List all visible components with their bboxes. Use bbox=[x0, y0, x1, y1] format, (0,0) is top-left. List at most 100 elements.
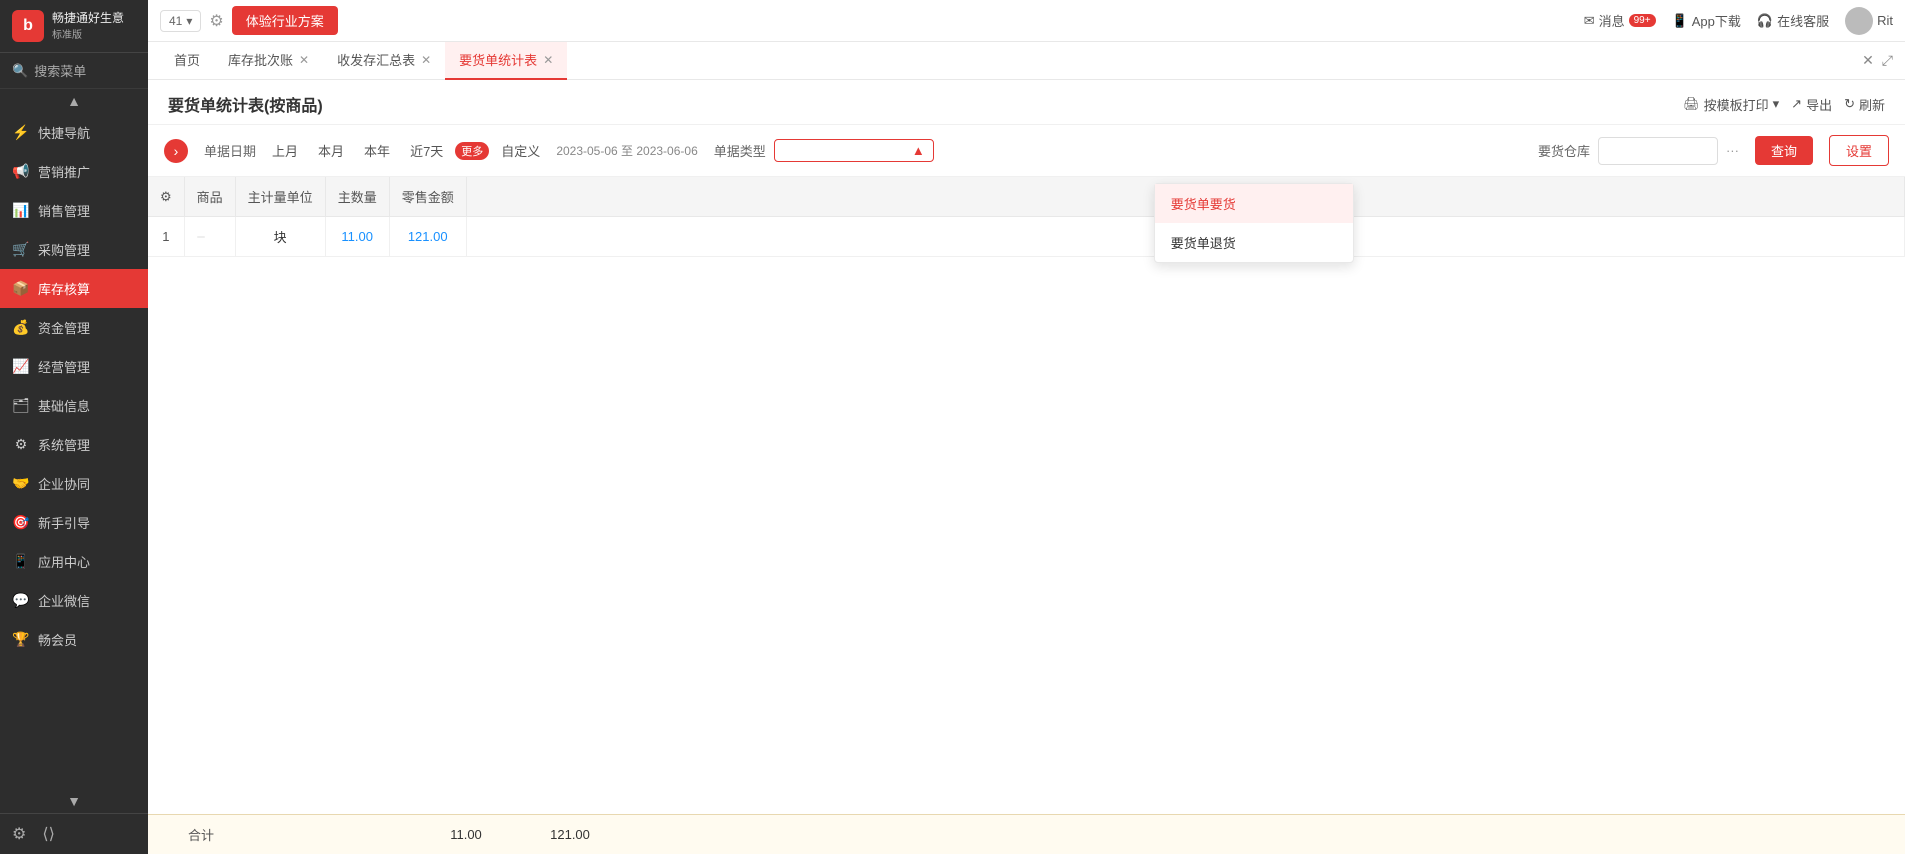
sidebar-label-member: 畅会员 bbox=[38, 630, 77, 649]
refresh-action[interactable]: ↻ 刷新 bbox=[1844, 95, 1885, 114]
print-action[interactable]: 🖨 按模板打印 ▾ bbox=[1683, 95, 1779, 114]
warehouse-input[interactable] bbox=[1598, 137, 1718, 165]
message-action[interactable]: ✉ 消息 99+ bbox=[1584, 11, 1656, 30]
sidebar-label-purchase: 采购管理 bbox=[38, 240, 90, 259]
top-bar-left: 41 ▾ ⚙ 体验行业方案 bbox=[160, 6, 1572, 35]
sidebar-item-quick_nav[interactable]: ⚡ 快捷导航 bbox=[0, 113, 148, 152]
sidebar-icon-marketing: 📢 bbox=[12, 163, 30, 181]
version-select[interactable]: 41 ▾ bbox=[160, 10, 201, 32]
tab-maximize-icon[interactable]: ⤢ bbox=[1882, 52, 1893, 69]
footer-label: 合计 bbox=[160, 825, 214, 844]
tab-home[interactable]: 首页 bbox=[160, 42, 214, 80]
date-filter-label: 单据日期 bbox=[204, 141, 256, 160]
filter-more-icon[interactable]: ··· bbox=[1726, 143, 1739, 158]
main-area: 41 ▾ ⚙ 体验行业方案 ✉ 消息 99+ 📱 App下载 🎧 在线客服 R bbox=[148, 0, 1905, 854]
tab-recv_summary[interactable]: 收发存汇总表 ✕ bbox=[323, 42, 445, 80]
sidebar-scroll-down[interactable]: ▼ bbox=[0, 789, 148, 813]
th-gear[interactable]: ⚙ bbox=[148, 177, 184, 217]
sidebar-item-member[interactable]: 🏆 畅会员 bbox=[0, 620, 148, 659]
sidebar-label-wechat: 企业微信 bbox=[38, 591, 90, 610]
table-header-row: ⚙ 商品 主计量单位 主数量 零售金额 bbox=[148, 177, 1905, 217]
sidebar-item-operations[interactable]: 📈 经营管理 bbox=[0, 347, 148, 386]
sidebar-label-enterprise: 企业协同 bbox=[38, 474, 90, 493]
tab-close-recv_summary[interactable]: ✕ bbox=[421, 53, 431, 67]
tab-label-home: 首页 bbox=[174, 50, 200, 69]
shortcut-this-month[interactable]: 本月 bbox=[310, 139, 352, 162]
sidebar-item-wechat[interactable]: 💬 企业微信 bbox=[0, 581, 148, 620]
sidebar-scroll-up[interactable]: ▲ bbox=[0, 89, 148, 113]
sidebar-item-finance[interactable]: 💰 资金管理 bbox=[0, 308, 148, 347]
trial-button[interactable]: 体验行业方案 bbox=[232, 6, 338, 35]
shortcut-last-month[interactable]: 上月 bbox=[264, 139, 306, 162]
sidebar-icon-sales: 📊 bbox=[12, 202, 30, 220]
content-area: 要货单统计表(按商品) 🖨 按模板打印 ▾ ↗ 导出 ↻ 刷新 › bbox=[148, 80, 1905, 854]
td-qty-0[interactable]: 11.00 bbox=[325, 217, 389, 257]
shortcut-more[interactable]: 更多 bbox=[455, 142, 489, 160]
dropdown-item-order-goods[interactable]: 要货单要货 bbox=[1155, 184, 1353, 223]
query-button[interactable]: 查询 bbox=[1755, 136, 1813, 165]
tab-close-all-icon[interactable]: ✕ bbox=[1862, 52, 1874, 69]
warehouse-filter-group: 要货仓库 ··· bbox=[1538, 137, 1739, 165]
sidebar-label-guide: 新手引导 bbox=[38, 513, 90, 532]
sidebar-item-basic[interactable]: 🗂 基础信息 bbox=[0, 386, 148, 425]
tab-inventory_batch[interactable]: 库存批次账 ✕ bbox=[214, 42, 323, 80]
sidebar-item-sales[interactable]: 📊 销售管理 bbox=[0, 191, 148, 230]
tab-label-recv_summary: 收发存汇总表 bbox=[337, 50, 415, 69]
tab-bar-right: ✕ ⤢ bbox=[1862, 52, 1893, 69]
settings-bottom-icon[interactable]: ⚙ bbox=[12, 824, 26, 844]
sidebar-item-apps[interactable]: 📱 应用中心 bbox=[0, 542, 148, 581]
tab-order_summary[interactable]: 要货单统计表 ✕ bbox=[445, 42, 567, 80]
tab-close-inventory_batch[interactable]: ✕ bbox=[299, 53, 309, 67]
tab-label-order_summary: 要货单统计表 bbox=[459, 50, 537, 69]
logo-text: 畅捷通好生意 标准版 bbox=[52, 11, 124, 42]
dropdown-item-order-return[interactable]: 要货单退货 bbox=[1155, 223, 1353, 262]
date-shortcuts: 上月 本月 本年 近7天 更多 自定义 bbox=[264, 139, 548, 162]
sidebar: b 畅捷通好生意 标准版 🔍 搜索菜单 ▲ ⚡ 快捷导航 📢 营销推广 📊 销售… bbox=[0, 0, 148, 854]
print-chevron-icon: ▾ bbox=[1773, 96, 1780, 112]
shortcut-this-year[interactable]: 本年 bbox=[356, 139, 398, 162]
tab-bar: 首页库存批次账 ✕收发存汇总表 ✕要货单统计表 ✕ ✕ ⤢ bbox=[148, 42, 1905, 80]
app-download-action[interactable]: 📱 App下载 bbox=[1672, 11, 1741, 30]
page-header: 要货单统计表(按商品) 🖨 按模板打印 ▾ ↗ 导出 ↻ 刷新 bbox=[148, 80, 1905, 125]
sidebar-icon-enterprise: 🤝 bbox=[12, 475, 30, 493]
export-action[interactable]: ↗ 导出 bbox=[1791, 95, 1832, 114]
message-icon: ✉ bbox=[1584, 13, 1595, 29]
sidebar-label-sales: 销售管理 bbox=[38, 201, 90, 220]
type-filter-select[interactable]: ▲ bbox=[774, 139, 934, 162]
sidebar-collapse-icon[interactable]: ⟨⟩ bbox=[42, 824, 54, 844]
sidebar-label-operations: 经营管理 bbox=[38, 357, 90, 376]
sidebar-item-purchase[interactable]: 🛒 采购管理 bbox=[0, 230, 148, 269]
sidebar-item-system[interactable]: ⚙ 系统管理 bbox=[0, 425, 148, 464]
sidebar-icon-finance: 💰 bbox=[12, 319, 30, 337]
top-bar-right: ✉ 消息 99+ 📱 App下载 🎧 在线客服 Rit bbox=[1584, 7, 1893, 35]
tab-close-order_summary[interactable]: ✕ bbox=[543, 53, 553, 67]
footer-qty: 11.00 bbox=[426, 827, 506, 842]
sidebar-item-inventory[interactable]: 📦 库存核算 bbox=[0, 269, 148, 308]
table-row: 1 块 11.00 121.00 bbox=[148, 217, 1905, 257]
sidebar-item-guide[interactable]: 🎯 新手引导 bbox=[0, 503, 148, 542]
sidebar-label-apps: 应用中心 bbox=[38, 552, 90, 571]
th-amount: 零售金额 bbox=[389, 177, 466, 217]
search-icon: 🔍 bbox=[12, 63, 28, 79]
th-unit: 主计量单位 bbox=[235, 177, 325, 217]
td-unit-0: 块 bbox=[235, 217, 325, 257]
sidebar-bottom: ⚙ ⟨⟩ bbox=[0, 813, 148, 854]
type-filter-label: 单据类型 bbox=[714, 141, 766, 160]
date-filter-group: 单据日期 上月 本月 本年 近7天 更多 自定义 2023-05-06 至 20… bbox=[204, 139, 698, 162]
shortcut-7days[interactable]: 近7天 bbox=[402, 139, 451, 162]
date-range-display: 2023-05-06 至 2023-06-06 bbox=[556, 142, 697, 159]
footer-amount: 121.00 bbox=[530, 827, 610, 842]
filter-expand-button[interactable]: › bbox=[164, 139, 188, 163]
shortcut-custom[interactable]: 自定义 bbox=[493, 139, 548, 162]
filter-settings-button[interactable]: 设置 bbox=[1829, 135, 1889, 166]
sidebar-item-enterprise[interactable]: 🤝 企业协同 bbox=[0, 464, 148, 503]
search-menu[interactable]: 🔍 搜索菜单 bbox=[0, 53, 148, 89]
td-amount-0[interactable]: 121.00 bbox=[389, 217, 466, 257]
table-footer: 合计 11.00 121.00 bbox=[148, 814, 1905, 854]
sidebar-item-marketing[interactable]: 📢 营销推广 bbox=[0, 152, 148, 191]
topbar-settings-icon[interactable]: ⚙ bbox=[209, 11, 223, 31]
table-area: ⚙ 商品 主计量单位 主数量 零售金额 1 块 11.00 bbox=[148, 177, 1905, 814]
online-service-action[interactable]: 🎧 在线客服 bbox=[1757, 11, 1829, 30]
th-product: 商品 bbox=[184, 177, 235, 217]
user-avatar[interactable]: Rit bbox=[1845, 7, 1893, 35]
